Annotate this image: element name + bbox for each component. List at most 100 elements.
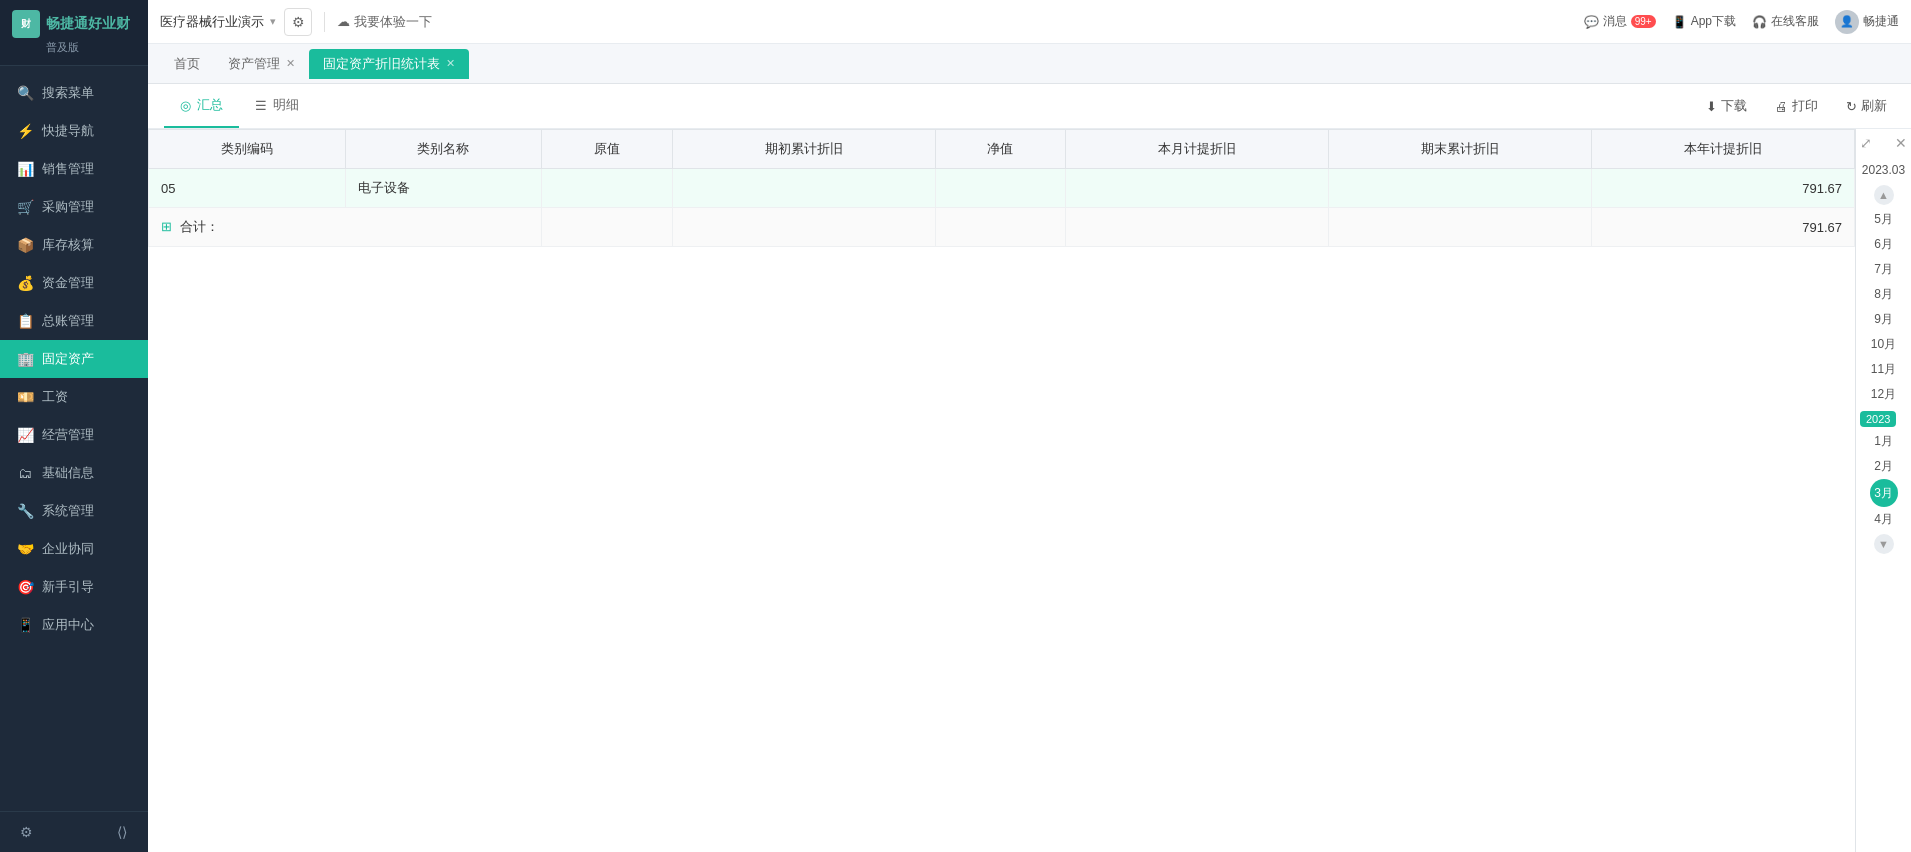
detail-label: 明细 xyxy=(273,96,299,114)
expand-panel-button[interactable]: ⤢ xyxy=(1860,135,1872,151)
company-selector[interactable]: 医疗器械行业演示 ▾ xyxy=(160,13,276,31)
month-7[interactable]: 7月 xyxy=(1856,257,1911,282)
scroll-down-button[interactable]: ▼ xyxy=(1874,534,1894,554)
divider xyxy=(324,12,325,32)
total-row: ⊞ 合计： 791.67 xyxy=(149,208,1855,247)
sidebar-item-库存核算[interactable]: 📦 库存核算 xyxy=(0,226,148,264)
close-icon[interactable]: ✕ xyxy=(446,57,455,70)
month-8[interactable]: 8月 xyxy=(1856,282,1911,307)
sidebar-item-销售管理[interactable]: 📊销售管理 xyxy=(0,150,148,188)
month-9[interactable]: 9月 xyxy=(1856,307,1911,332)
print-label: 打印 xyxy=(1792,97,1818,115)
nav-icon: 📱 xyxy=(16,616,34,634)
app-download-button[interactable]: 📱 App下载 xyxy=(1672,13,1736,30)
panel-header: 2023.03 xyxy=(1856,159,1911,181)
app-title: 畅捷通好业财 xyxy=(46,15,130,33)
sidebar-item-系统管理[interactable]: 🔧系统管理 xyxy=(0,492,148,530)
message-button[interactable]: 💬 消息 99+ xyxy=(1584,13,1656,30)
month-10[interactable]: 10月 xyxy=(1856,332,1911,357)
nav-label: 搜索菜单 xyxy=(42,84,94,102)
year-2023-group: 1月 2月 3月 4月 xyxy=(1856,429,1911,532)
user-menu[interactable]: 👤 畅捷通 xyxy=(1835,10,1899,34)
settings-button[interactable]: ⚙ xyxy=(284,8,312,36)
table-row: 05 电子设备 791.67 xyxy=(149,169,1855,208)
sidebar-item-采购管理[interactable]: 🛒采购管理 xyxy=(0,188,148,226)
sidebar-item-企业协同[interactable]: 🤝企业协同 xyxy=(0,530,148,568)
company-name: 医疗器械行业演示 xyxy=(160,13,264,31)
customer-service-button[interactable]: 🎧 在线客服 xyxy=(1752,13,1819,30)
nav-icon: 🔍 xyxy=(16,84,34,102)
nav-icon: 🏢 xyxy=(16,350,34,368)
right-panel: ✕ ⤢ 2023.03 ▲ 5月 6月 7月 8月 9月 10月 11月 12月… xyxy=(1855,129,1911,852)
sidebar-item-总账管理[interactable]: 📋总账管理 xyxy=(0,302,148,340)
settings-icon[interactable]: ⚙ xyxy=(16,822,36,842)
year-2022-group: 5月 6月 7月 8月 9月 10月 11月 12月 xyxy=(1856,207,1911,407)
tab-depreciation-report[interactable]: 固定资产折旧统计表 ✕ xyxy=(309,49,469,79)
nav-label: 应用中心 xyxy=(42,616,94,634)
sidebar-item-搜索菜单[interactable]: 🔍 搜索菜单 xyxy=(0,74,148,112)
nav-label: 固定资产 xyxy=(42,350,94,368)
month-11[interactable]: 11月 xyxy=(1856,357,1911,382)
total-end-dep xyxy=(1328,208,1591,247)
logo-icon: 财 xyxy=(12,10,40,38)
tabs-bar: 首页 资产管理 ✕ 固定资产折旧统计表 ✕ xyxy=(148,44,1911,84)
tab-asset-label: 资产管理 xyxy=(228,55,280,73)
total-label: 合计： xyxy=(180,219,219,234)
app-version: 普及版 xyxy=(46,40,136,55)
experience-button[interactable]: ☁ 我要体验一下 xyxy=(337,13,432,31)
sidebar-item-快捷导航[interactable]: ⚡ 快捷导航 xyxy=(0,112,148,150)
nav-icon: 🗂 xyxy=(16,464,34,482)
sidebar-item-应用中心[interactable]: 📱 应用中心 xyxy=(0,606,148,644)
topbar-right: 💬 消息 99+ 📱 App下载 🎧 在线客服 👤 畅捷通 xyxy=(1584,10,1899,34)
nav-icon: 💰 xyxy=(16,274,34,292)
nav-icon: 📦 xyxy=(16,236,34,254)
collapse-icon[interactable]: ⟨⟩ xyxy=(112,822,132,842)
detail-icon: ☰ xyxy=(255,98,267,113)
sidebar-item-新手引导[interactable]: 🎯新手引导 xyxy=(0,568,148,606)
summary-label: 汇总 xyxy=(197,96,223,114)
nav-label: 销售管理 xyxy=(42,160,94,178)
year-2023-badge: 2023 xyxy=(1860,411,1896,427)
message-icon: 💬 xyxy=(1584,15,1599,29)
tab-detail[interactable]: ☰ 明细 xyxy=(239,84,315,128)
nav-label: 总账管理 xyxy=(42,312,94,330)
nav-icon: 🛒 xyxy=(16,198,34,216)
summary-icon: ◎ xyxy=(180,98,191,113)
tab-summary[interactable]: ◎ 汇总 xyxy=(164,84,239,128)
month-6[interactable]: 6月 xyxy=(1856,232,1911,257)
tab-home[interactable]: 首页 xyxy=(160,49,214,79)
sidebar-item-固定资产[interactable]: 🏢 固定资产 xyxy=(0,340,148,378)
month-1[interactable]: 1月 xyxy=(1856,429,1911,454)
sidebar-item-工资[interactable]: 💴工资 xyxy=(0,378,148,416)
month-12[interactable]: 12月 xyxy=(1856,382,1911,407)
col-month-dep: 本月计提折旧 xyxy=(1065,130,1328,169)
month-5[interactable]: 5月 xyxy=(1856,207,1911,232)
month-4[interactable]: 4月 xyxy=(1856,507,1911,532)
print-button[interactable]: 🖨 打印 xyxy=(1767,93,1826,119)
nav-label: 库存核算 xyxy=(42,236,94,254)
nav-icon: ⚡ xyxy=(16,122,34,140)
col-year-dep: 本年计提折旧 xyxy=(1591,130,1854,169)
panel-content: 2023.03 ▲ 5月 6月 7月 8月 9月 10月 11月 12月 202… xyxy=(1856,159,1911,556)
sidebar-footer: ⚙ ⟨⟩ xyxy=(0,811,148,852)
tab-asset-management[interactable]: 资产管理 ✕ xyxy=(214,49,309,79)
download-button[interactable]: ⬇ 下载 xyxy=(1698,93,1755,119)
app-download-label: App下载 xyxy=(1691,13,1736,30)
refresh-icon: ↻ xyxy=(1846,99,1857,114)
month-2[interactable]: 2月 xyxy=(1856,454,1911,479)
col-original: 原值 xyxy=(542,130,672,169)
nav-label: 新手引导 xyxy=(42,578,94,596)
month-3[interactable]: 3月 xyxy=(1870,479,1898,507)
close-panel-button[interactable]: ✕ xyxy=(1895,135,1907,151)
message-badge: 99+ xyxy=(1631,15,1656,28)
scroll-up-button[interactable]: ▲ xyxy=(1874,185,1894,205)
sidebar-item-基础信息[interactable]: 🗂基础信息 xyxy=(0,454,148,492)
nav-label: 系统管理 xyxy=(42,502,94,520)
refresh-button[interactable]: ↻ 刷新 xyxy=(1838,93,1895,119)
nav-icon: 💴 xyxy=(16,388,34,406)
close-icon[interactable]: ✕ xyxy=(286,57,295,70)
sidebar-item-资金管理[interactable]: 💰资金管理 xyxy=(0,264,148,302)
nav-label: 快捷导航 xyxy=(42,122,94,140)
sidebar-item-经营管理[interactable]: 📈经营管理 xyxy=(0,416,148,454)
topbar: 医疗器械行业演示 ▾ ⚙ ☁ 我要体验一下 💬 消息 99+ 📱 App下载 🎧… xyxy=(148,0,1911,44)
